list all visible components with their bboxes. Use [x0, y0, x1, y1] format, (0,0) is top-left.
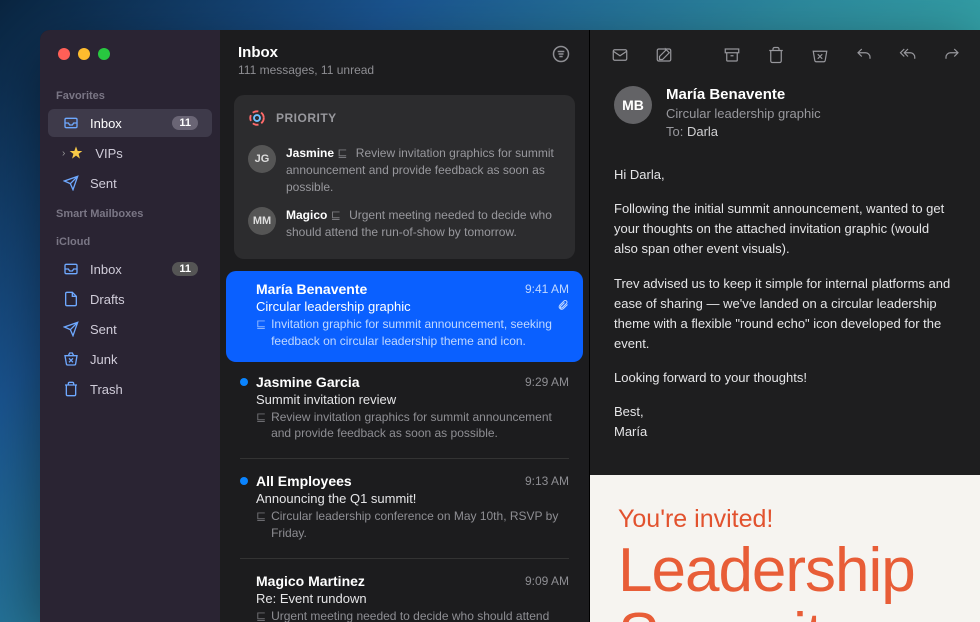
- filter-button[interactable]: [551, 44, 571, 69]
- maximize-window-button[interactable]: [98, 48, 110, 60]
- sidebar-item-icloud-inbox[interactable]: Inbox 11: [48, 255, 212, 283]
- priority-label: PRIORITY: [276, 111, 337, 125]
- delete-button[interactable]: [766, 46, 786, 64]
- priority-icon: [248, 109, 266, 127]
- summary-icon: ⊑: [331, 208, 341, 222]
- unread-indicator: [240, 378, 248, 386]
- list-subtitle: 111 messages, 11 unread: [238, 63, 374, 77]
- message-scroll-area[interactable]: María Benavente 9:41 AM Circular leaders…: [220, 265, 589, 622]
- sidebar-item-label: VIPs: [95, 146, 122, 161]
- message-list-pane: Inbox 111 messages, 11 unread PRIORITY J…: [220, 30, 590, 622]
- message-subject: Re: Event rundown: [256, 591, 569, 606]
- message-time: 9:29 AM: [525, 375, 569, 389]
- message-item[interactable]: Magico Martinez 9:09 AM Re: Event rundow…: [226, 563, 583, 622]
- junk-button[interactable]: [810, 46, 830, 64]
- message-subject: Circular leadership graphic: [256, 299, 569, 314]
- priority-text: Magico ⊑ Urgent meeting needed to decide…: [286, 207, 561, 241]
- attachment-icon: [557, 299, 569, 314]
- message-time: 9:09 AM: [525, 574, 569, 588]
- archive-button[interactable]: [722, 46, 742, 64]
- summary-icon: ⊑: [337, 146, 347, 160]
- sidebar: Favorites Inbox 11 › VIPs Sent Smart Mai…: [40, 30, 220, 622]
- drafts-icon: [62, 290, 80, 308]
- graphic-title: Leadership Summit: [618, 538, 952, 622]
- reader-pane: MB María Benavente Circular leadership g…: [590, 30, 980, 622]
- sidebar-item-label: Sent: [90, 322, 117, 337]
- sidebar-item-label: Sent: [90, 176, 117, 191]
- email-body: Hi Darla, Following the initial summit a…: [590, 155, 980, 467]
- summary-icon: ⊑: [256, 316, 266, 333]
- message-item[interactable]: Jasmine Garcia 9:29 AM Summit invitation…: [226, 364, 583, 455]
- unread-indicator: [240, 477, 248, 485]
- star-icon: [67, 144, 85, 162]
- message-subject: Summit invitation review: [256, 392, 569, 407]
- summary-icon: ⊑: [256, 508, 266, 525]
- email-recipients: To: Darla: [666, 124, 821, 139]
- close-window-button[interactable]: [58, 48, 70, 60]
- chevron-right-icon: ›: [62, 148, 65, 159]
- sent-icon: [62, 174, 80, 192]
- sidebar-item-icloud-sent[interactable]: Sent: [48, 315, 212, 343]
- sent-icon: [62, 320, 80, 338]
- sidebar-item-label: Inbox: [90, 116, 122, 131]
- favorites-header: Favorites: [40, 80, 220, 108]
- sidebar-item-vips[interactable]: › VIPs: [48, 139, 212, 167]
- priority-section: PRIORITY JG Jasmine ⊑ Review invitation …: [234, 95, 575, 259]
- sidebar-item-junk[interactable]: Junk: [48, 345, 212, 373]
- sidebar-item-label: Trash: [90, 382, 123, 397]
- mail-app-window: Favorites Inbox 11 › VIPs Sent Smart Mai…: [40, 30, 980, 622]
- divider: [240, 558, 569, 559]
- sidebar-item-label: Drafts: [90, 292, 125, 307]
- divider: [240, 458, 569, 459]
- email-attachment-graphic: You're invited! Leadership Summit: [590, 475, 980, 622]
- email-from: María Benavente: [666, 86, 821, 103]
- sidebar-item-label: Junk: [90, 352, 117, 367]
- priority-item[interactable]: MM Magico ⊑ Urgent meeting needed to dec…: [248, 201, 561, 247]
- avatar: MM: [248, 207, 276, 235]
- priority-text: Jasmine ⊑ Review invitation graphics for…: [286, 145, 561, 195]
- unread-indicator: [240, 577, 248, 585]
- forward-button[interactable]: [942, 46, 962, 64]
- priority-item[interactable]: JG Jasmine ⊑ Review invitation graphics …: [248, 139, 561, 201]
- message-subject: Announcing the Q1 summit!: [256, 491, 569, 506]
- message-item[interactable]: All Employees 9:13 AM Announcing the Q1 …: [226, 463, 583, 554]
- message-list-header: Inbox 111 messages, 11 unread: [220, 30, 589, 89]
- minimize-window-button[interactable]: [78, 48, 90, 60]
- trash-icon: [62, 380, 80, 398]
- inbox-icon: [62, 114, 80, 132]
- sidebar-item-inbox[interactable]: Inbox 11: [48, 109, 212, 137]
- message-time: 9:13 AM: [525, 474, 569, 488]
- reader-toolbar: [590, 30, 980, 80]
- summary-icon: ⊑: [256, 409, 266, 426]
- summary-icon: ⊑: [256, 608, 266, 622]
- email-subject: Circular leadership graphic: [666, 106, 821, 121]
- message-preview: ⊑Circular leadership conference on May 1…: [256, 508, 569, 542]
- compose-button[interactable]: [654, 46, 674, 64]
- sidebar-item-drafts[interactable]: Drafts: [48, 285, 212, 313]
- message-preview: ⊑Urgent meeting needed to decide who sho…: [256, 608, 569, 622]
- reply-button[interactable]: [854, 46, 874, 64]
- sidebar-item-label: Inbox: [90, 262, 122, 277]
- message-preview: ⊑Invitation graphic for summit announcem…: [256, 316, 569, 350]
- junk-icon: [62, 350, 80, 368]
- unread-badge: 11: [172, 116, 198, 130]
- reply-all-button[interactable]: [898, 46, 918, 64]
- unread-indicator: [240, 285, 248, 293]
- sidebar-item-sent[interactable]: Sent: [48, 169, 212, 197]
- icloud-header: iCloud: [40, 226, 220, 254]
- list-title: Inbox: [238, 44, 374, 61]
- unread-badge: 11: [172, 262, 198, 276]
- window-controls: [40, 48, 220, 80]
- message-item[interactable]: María Benavente 9:41 AM Circular leaders…: [226, 271, 583, 362]
- avatar: JG: [248, 145, 276, 173]
- mark-unread-button[interactable]: [610, 46, 630, 64]
- message-preview: ⊑Review invitation graphics for summit a…: [256, 409, 569, 443]
- sidebar-item-trash[interactable]: Trash: [48, 375, 212, 403]
- sender-avatar: MB: [614, 86, 652, 124]
- message-time: 9:41 AM: [525, 282, 569, 296]
- smart-mailboxes-header: Smart Mailboxes: [40, 198, 220, 226]
- graphic-subtitle: You're invited!: [618, 505, 952, 534]
- inbox-icon: [62, 260, 80, 278]
- email-header: MB María Benavente Circular leadership g…: [590, 80, 980, 155]
